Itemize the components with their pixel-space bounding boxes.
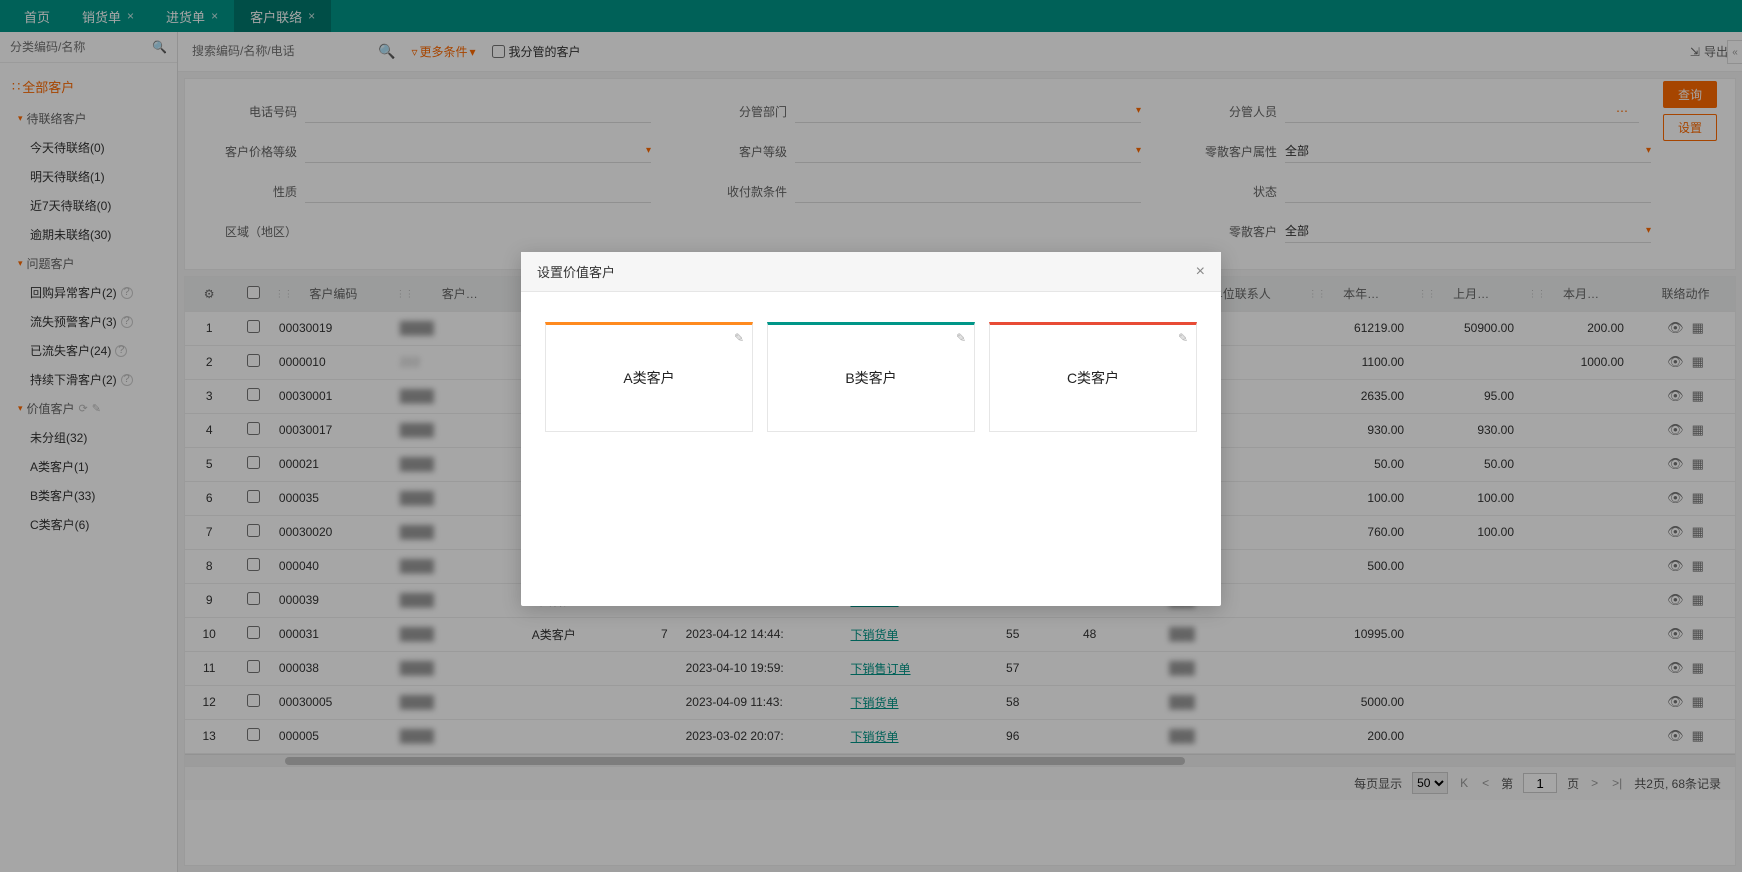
card-label: B类客户	[845, 368, 896, 388]
value-customer-modal: 设置价值客户 × ✎ A类客户 ✎ B类客户 ✎ C类客户	[521, 252, 1221, 606]
edit-icon[interactable]: ✎	[956, 331, 966, 345]
value-card-c[interactable]: ✎ C类客户	[989, 322, 1197, 432]
card-label: C类客户	[1067, 368, 1119, 388]
edit-icon[interactable]: ✎	[1178, 331, 1188, 345]
modal-overlay[interactable]: 设置价值客户 × ✎ A类客户 ✎ B类客户 ✎ C类客户	[0, 0, 1742, 872]
modal-header: 设置价值客户 ×	[521, 252, 1221, 292]
edit-icon[interactable]: ✎	[734, 331, 744, 345]
close-icon[interactable]: ×	[1196, 263, 1205, 281]
modal-title: 设置价值客户	[537, 262, 1196, 281]
card-label: A类客户	[623, 368, 674, 388]
value-card-b[interactable]: ✎ B类客户	[767, 322, 975, 432]
value-card-a[interactable]: ✎ A类客户	[545, 322, 753, 432]
